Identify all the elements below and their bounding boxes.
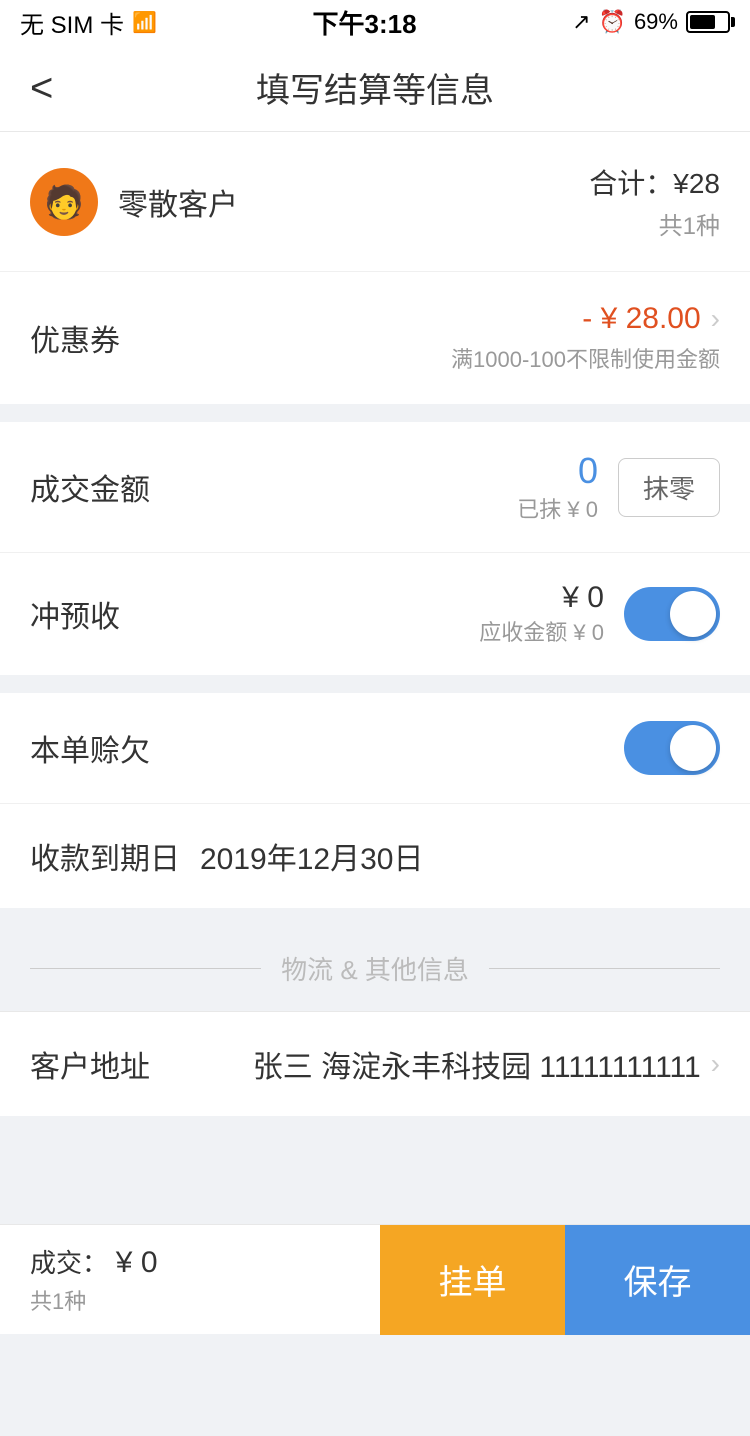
location-icon: ↗ — [572, 9, 590, 35]
prepayment-toggle[interactable] — [624, 587, 720, 641]
customer-row: 🧑 零散客户 合计：¥28 共1种 — [0, 132, 750, 271]
customer-section: 🧑 零散客户 合计：¥28 共1种 优惠券 - ¥ 28.00 › 满1000-… — [0, 132, 750, 404]
deal-section: 成交金额 0 已抹 ¥ 0 抹零 冲预收 ¥ 0 应收金额 ¥ 0 — [0, 422, 750, 675]
back-icon: < — [30, 66, 53, 110]
prepayment-label: 冲预收 — [30, 592, 120, 636]
bottom-deal-label: 成交： — [30, 1248, 108, 1278]
total-amount: 合计：¥28 — [589, 162, 720, 202]
due-date-label: 收款到期日 — [30, 834, 180, 878]
address-right: 张三 海淀永丰科技园 11111111111 › — [253, 1042, 720, 1086]
logistics-label: 物流 & 其他信息 — [281, 950, 469, 987]
customer-name: 零散客户 — [118, 180, 238, 224]
due-date-row: 收款到期日 2019年12月30日 — [0, 804, 750, 908]
save-button[interactable]: 保存 — [565, 1225, 750, 1335]
divider-1 — [0, 404, 750, 422]
wifi-icon: 📶 — [132, 10, 157, 35]
round-off-button[interactable]: 抹零 — [618, 458, 720, 517]
deal-amount-sub: 已抹 ¥ 0 — [517, 492, 598, 524]
alarm-icon: ⏰ — [599, 9, 626, 35]
page-title: 填写结算等信息 — [256, 63, 494, 112]
toggle-thumb — [670, 591, 716, 637]
coupon-row[interactable]: 优惠券 - ¥ 28.00 › 满1000-100不限制使用金额 — [0, 271, 750, 404]
bottom-bar: 成交： ¥ 0 共1种 挂单 保存 — [0, 1224, 750, 1334]
bottom-deal-amount: ¥ 0 — [116, 1246, 158, 1279]
bottom-deal-row: 成交： ¥ 0 — [30, 1243, 350, 1280]
avatar-char: 🧑 — [44, 183, 84, 221]
deal-amount-value[interactable]: 0 — [517, 450, 598, 492]
battery-percent: 69% — [634, 9, 678, 35]
coupon-right-wrap: - ¥ 28.00 › 满1000-100不限制使用金额 — [451, 302, 720, 374]
prepayment-right: ¥ 0 应收金额 ¥ 0 — [479, 581, 720, 647]
customer-right: 合计：¥28 共1种 — [589, 162, 720, 241]
debt-label: 本单赊欠 — [30, 726, 150, 770]
no-sim-label: 无 SIM 卡 — [20, 5, 124, 40]
status-time: 下午3:18 — [312, 4, 416, 41]
coupon-desc: 满1000-100不限制使用金额 — [451, 342, 720, 374]
bottom-count: 共1种 — [30, 1284, 350, 1316]
due-date-value[interactable]: 2019年12月30日 — [200, 834, 423, 878]
coupon-amount: - ¥ 28.00 — [582, 302, 700, 336]
pend-button[interactable]: 挂单 — [380, 1225, 565, 1335]
total-count: 共1种 — [589, 206, 720, 241]
prepayment-sub: 应收金额 ¥ 0 — [479, 615, 604, 647]
address-label: 客户地址 — [30, 1042, 150, 1086]
divider-line-right — [489, 968, 720, 969]
status-left: 无 SIM 卡 📶 — [20, 5, 157, 40]
address-value: 张三 海淀永丰科技园 11111111111 — [253, 1042, 701, 1086]
bottom-info: 成交： ¥ 0 共1种 — [0, 1243, 380, 1316]
prepayment-col: ¥ 0 应收金额 ¥ 0 — [479, 581, 604, 647]
deal-amount-right: 0 已抹 ¥ 0 抹零 — [517, 450, 720, 524]
nav-bar: < 填写结算等信息 — [0, 44, 750, 132]
back-button[interactable]: < — [30, 58, 63, 118]
debt-toggle[interactable] — [624, 721, 720, 775]
debt-toggle-thumb — [670, 725, 716, 771]
prepayment-amount: ¥ 0 — [479, 581, 604, 615]
divider-2 — [0, 675, 750, 693]
debt-right — [624, 721, 720, 775]
prepayment-row: 冲预收 ¥ 0 应收金额 ¥ 0 — [0, 553, 750, 675]
battery-fill — [690, 15, 715, 29]
deal-amount-label: 成交金额 — [30, 465, 150, 509]
divider-3 — [0, 908, 750, 926]
status-bar: 无 SIM 卡 📶 下午3:18 ↗ ⏰ 69% — [0, 0, 750, 44]
divider-line-left — [30, 968, 261, 969]
logistics-section-label: 物流 & 其他信息 — [0, 926, 750, 1011]
address-chevron-icon: › — [711, 1048, 720, 1080]
chevron-right-icon: › — [711, 303, 720, 335]
customer-left: 🧑 零散客户 — [30, 168, 238, 236]
battery-icon — [686, 11, 730, 33]
deal-amount-row: 成交金额 0 已抹 ¥ 0 抹零 — [0, 422, 750, 553]
debt-section: 本单赊欠 收款到期日 2019年12月30日 — [0, 693, 750, 908]
address-row[interactable]: 客户地址 张三 海淀永丰科技园 11111111111 › — [0, 1012, 750, 1116]
coupon-label: 优惠券 — [30, 316, 120, 360]
debt-row: 本单赊欠 — [0, 693, 750, 804]
status-right: ↗ ⏰ 69% — [572, 9, 730, 35]
avatar: 🧑 — [30, 168, 98, 236]
